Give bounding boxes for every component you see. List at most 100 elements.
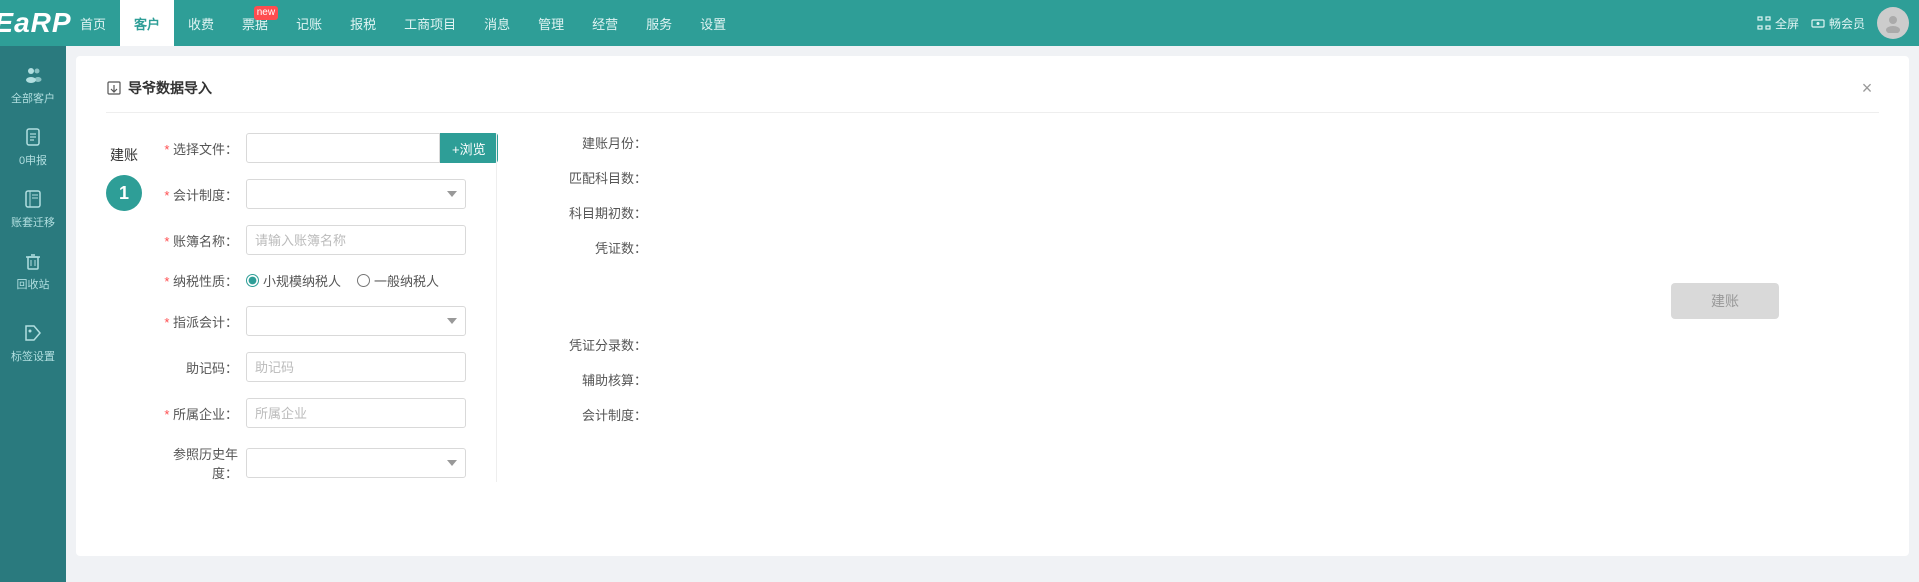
subject-initial-label: 科目期初数： xyxy=(557,203,647,222)
nav-label-home: 首页 xyxy=(80,14,106,33)
sidebar-label-tag-settings: 标签设置 xyxy=(11,348,55,364)
main-panel: 导爷数据导入 × 建账 1 选择文 xyxy=(76,56,1909,556)
tag-icon xyxy=(22,322,44,344)
tax-general[interactable]: 一般纳税人 xyxy=(357,271,439,290)
vip-button[interactable]: 畅会员 xyxy=(1811,15,1865,32)
nav-item-fees[interactable]: 收费 xyxy=(174,0,228,46)
main-layout: 全部客户 0申报 账套迁移 xyxy=(0,46,1919,582)
fullscreen-label: 全屏 xyxy=(1775,15,1799,32)
voucher-entries-row: 凭证分录数： xyxy=(557,335,1879,354)
step-circle: 1 xyxy=(106,175,142,211)
nav-item-customers[interactable]: 客户 xyxy=(120,0,174,46)
ledger-name-label: 账簿名称： xyxy=(158,231,238,250)
close-button[interactable]: × xyxy=(1855,76,1879,100)
match-subjects-row: 匹配科目数： xyxy=(557,168,1879,187)
sidebar-item-tag-settings[interactable]: 标签设置 xyxy=(0,314,66,372)
memo-code-row: 助记码： xyxy=(158,352,466,382)
fullscreen-icon xyxy=(1757,16,1771,30)
new-badge: new xyxy=(254,6,278,20)
ledger-name-input[interactable] xyxy=(246,225,466,255)
voucher-entries-label: 凭证分录数： xyxy=(557,335,647,354)
nav-item-home[interactable]: 首页 xyxy=(66,0,120,46)
logo-text: EaRP xyxy=(0,7,72,39)
nav-item-bookkeeping[interactable]: 记账 xyxy=(282,0,336,46)
tax-small-scale[interactable]: 小规模纳税人 xyxy=(246,271,341,290)
nav-label-customers: 客户 xyxy=(134,14,160,33)
right-accounting-system-label: 会计制度： xyxy=(557,405,647,424)
form-right: 建账月份： 匹配科目数： 科目期初数： 凭证数： xyxy=(527,133,1879,482)
step-number: 1 xyxy=(119,183,129,204)
sidebar-label-account-migration: 账套迁移 xyxy=(11,214,55,230)
sidebar-item-account-migration[interactable]: 账套迁移 xyxy=(0,180,66,238)
nav-label-management: 管理 xyxy=(538,14,564,33)
nav-label-services: 服务 xyxy=(646,14,672,33)
nav-item-management[interactable]: 管理 xyxy=(524,0,578,46)
sidebar-item-zero-declaration[interactable]: 0申报 xyxy=(0,118,66,176)
user-avatar[interactable] xyxy=(1877,7,1909,39)
belongs-company-row: 所属企业： xyxy=(158,398,466,428)
panel-header: 导爷数据导入 × xyxy=(106,76,1879,113)
nav-label-messages: 消息 xyxy=(484,14,510,33)
assign-accountant-select[interactable] xyxy=(246,306,466,336)
nav-label-tax: 报税 xyxy=(350,14,376,33)
accounting-system-select[interactable] xyxy=(246,179,466,209)
tax-nature-row: 纳税性质： 小规模纳税人 一般纳税人 xyxy=(158,271,466,290)
memo-code-label: 助记码： xyxy=(158,358,238,377)
content-area: 导爷数据导入 × 建账 1 选择文 xyxy=(66,46,1919,582)
form-container: 建账 1 选择文件： +浏览 xyxy=(106,133,1879,482)
nav-label-settings: 设置 xyxy=(700,14,726,33)
voucher-count-label: 凭证数： xyxy=(557,238,647,257)
form-fields: 选择文件： +浏览 会计制度： xyxy=(158,133,466,482)
import-icon xyxy=(106,80,122,96)
nav-right-area: 全屏 畅会员 xyxy=(1757,7,1909,39)
app-logo: EaRP xyxy=(10,0,56,46)
nav-label-bookkeeping: 记账 xyxy=(296,14,322,33)
tax-general-label: 一般纳税人 xyxy=(374,271,439,290)
tax-small-scale-radio[interactable] xyxy=(246,274,259,287)
sidebar-label-recycle-bin: 回收站 xyxy=(17,276,50,292)
select-file-input[interactable] xyxy=(246,133,440,163)
nav-item-business[interactable]: 工商项目 xyxy=(390,0,470,46)
vertical-divider xyxy=(496,133,497,482)
voucher-count-row: 凭证数： xyxy=(557,238,1879,257)
top-navigation: EaRP 首页 客户 收费 票据 new 记账 报税 工商项目 消息 管理 经营… xyxy=(0,0,1919,46)
fullscreen-button[interactable]: 全屏 xyxy=(1757,15,1799,32)
nav-item-services[interactable]: 服务 xyxy=(632,0,686,46)
select-file-label: 选择文件： xyxy=(158,139,238,158)
trash-icon xyxy=(22,250,44,272)
sidebar-item-all-customers[interactable]: 全部客户 xyxy=(0,56,66,114)
build-month-label: 建账月份： xyxy=(557,133,647,152)
tax-general-radio[interactable] xyxy=(357,274,370,287)
users-icon xyxy=(22,64,44,86)
nav-item-invoices[interactable]: 票据 new xyxy=(228,0,282,46)
assign-accountant-label: 指派会计： xyxy=(158,312,238,331)
auxiliary-row: 辅助核算： xyxy=(557,370,1879,389)
tax-small-scale-label: 小规模纳税人 xyxy=(263,271,341,290)
right-accounting-system-row: 会计制度： xyxy=(557,405,1879,424)
nav-label-fees: 收费 xyxy=(188,14,214,33)
memo-code-input[interactable] xyxy=(246,352,466,382)
sidebar-item-recycle-bin[interactable]: 回收站 xyxy=(0,242,66,300)
nav-item-messages[interactable]: 消息 xyxy=(470,0,524,46)
browse-button[interactable]: +浏览 xyxy=(440,133,498,163)
ref-history-year-row: 参照历史年度： xyxy=(158,444,466,482)
belongs-company-input[interactable] xyxy=(246,398,466,428)
belongs-company-label: 所属企业： xyxy=(158,404,238,423)
build-account-button[interactable]: 建账 xyxy=(1671,283,1779,319)
auxiliary-label: 辅助核算： xyxy=(557,370,647,389)
nav-item-tax[interactable]: 报税 xyxy=(336,0,390,46)
form-left: 建账 1 选择文件： +浏览 xyxy=(106,133,466,482)
step-label: 建账 xyxy=(110,145,138,165)
sidebar-label-all-customers: 全部客户 xyxy=(11,90,55,106)
nav-item-operations[interactable]: 经营 xyxy=(578,0,632,46)
accounting-system-row: 会计制度： xyxy=(158,179,466,209)
nav-label-operations: 经营 xyxy=(592,14,618,33)
nav-item-settings[interactable]: 设置 xyxy=(686,0,740,46)
book-icon xyxy=(22,188,44,210)
ref-history-year-select[interactable] xyxy=(246,448,466,478)
vip-icon xyxy=(1811,16,1825,30)
match-subjects-label: 匹配科目数： xyxy=(557,168,647,187)
panel-title: 导爷数据导入 xyxy=(106,78,212,98)
nav-label-business: 工商项目 xyxy=(404,14,456,33)
assign-accountant-row: 指派会计： xyxy=(158,306,466,336)
